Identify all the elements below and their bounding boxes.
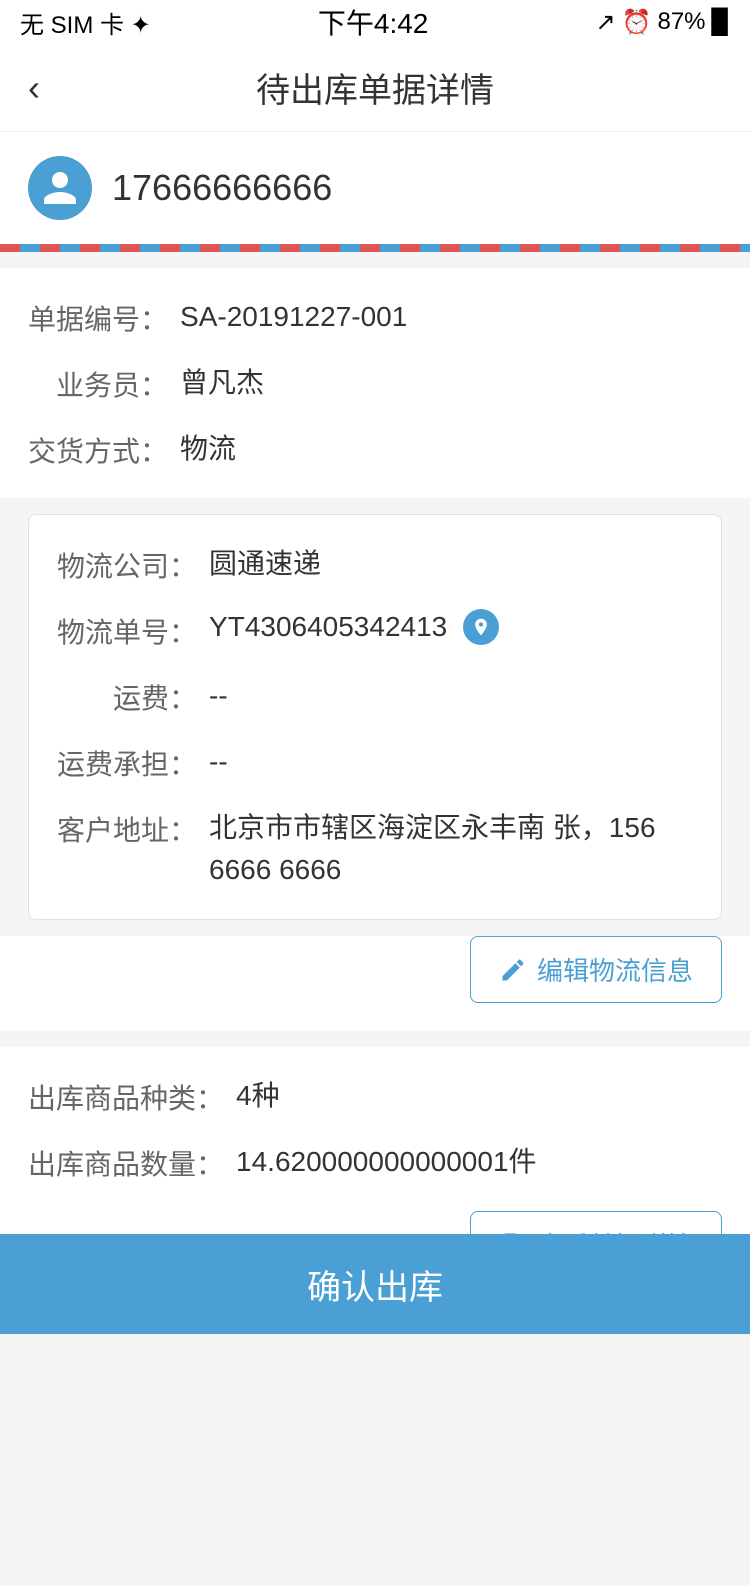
tracking-label: 物流单号： — [57, 609, 197, 651]
customer-header: 17666666666 — [0, 132, 750, 244]
order-no-value: SA-20191227-001 — [180, 296, 722, 338]
order-info-section: 单据编号： SA-20191227-001 业务员： 曾凡杰 交货方式： 物流 — [0, 268, 750, 498]
user-icon — [40, 168, 80, 208]
gray-divider-1 — [0, 1031, 750, 1047]
confirm-label: 确认出库 — [307, 1260, 443, 1309]
order-no-row: 单据编号： SA-20191227-001 — [28, 296, 722, 338]
logistics-company-value: 圆通速递 — [209, 543, 693, 585]
logistics-section: 物流公司： 圆通速递 物流单号： YT43064053424​13 运费： --… — [28, 514, 722, 920]
status-right: ↗ ⏰ 87% ▉ — [595, 8, 730, 37]
status-time: 下午4:42 — [318, 2, 429, 42]
delivery-value: 物流 — [180, 428, 722, 470]
battery-level: 87% — [657, 8, 705, 36]
goods-types-row: 出库商品种类： 4种 — [28, 1075, 722, 1117]
map-pin-icon — [471, 617, 491, 637]
nav-bar: ‹ 待出库单据详情 — [0, 44, 750, 132]
address-label: 客户地址： — [57, 807, 197, 849]
salesman-label: 业务员： — [28, 362, 168, 404]
goods-types-label: 出库商品种类： — [28, 1075, 224, 1117]
edit-icon — [499, 956, 527, 984]
dashed-separator — [0, 244, 750, 252]
salesman-row: 业务员： 曾凡杰 — [28, 362, 722, 404]
status-bar: 无 SIM 卡 ✦ 下午4:42 ↗ ⏰ 87% ▉ — [0, 0, 750, 44]
goods-quantity-row: 出库商品数量： 14.620000000000001件 — [28, 1141, 722, 1183]
delivery-label: 交货方式： — [28, 428, 168, 470]
location-icon[interactable] — [463, 609, 499, 645]
confirm-bar[interactable]: 确认出库 — [0, 1234, 750, 1334]
edit-btn-row: 编辑物流信息 — [0, 936, 750, 1031]
logistics-company-label: 物流公司： — [57, 543, 197, 585]
salesman-value: 曾凡杰 — [180, 362, 722, 404]
edit-logistics-label: 编辑物流信息 — [537, 951, 693, 988]
goods-types-value: 4种 — [236, 1075, 722, 1117]
edit-logistics-button[interactable]: 编辑物流信息 — [470, 936, 722, 1003]
address-row: 客户地址： 北京市市辖区海淀区永丰南 张，156 6666 6666 — [57, 807, 693, 891]
goods-quantity-value: 14.620000000000001件 — [236, 1141, 722, 1183]
delivery-row: 交货方式： 物流 — [28, 428, 722, 470]
tracking-value: YT43064053424​13 — [209, 611, 447, 643]
freight-bearer-value: -- — [209, 741, 693, 783]
address-value: 北京市市辖区海淀区永丰南 张，156 6666 6666 — [209, 807, 693, 891]
freight-bearer-row: 运费承担： -- — [57, 741, 693, 783]
battery-icon: ▉ — [712, 8, 730, 37]
goods-quantity-label: 出库商品数量： — [28, 1141, 224, 1183]
avatar — [28, 156, 92, 220]
page-title: 待出库单据详情 — [256, 63, 494, 112]
freight-row: 运费： -- — [57, 675, 693, 717]
customer-phone: 17666666666 — [112, 167, 332, 209]
tracking-value-row: YT43064053424​13 — [209, 609, 499, 645]
status-left: 无 SIM 卡 ✦ — [20, 5, 151, 40]
location-indicator: ↗ — [595, 8, 615, 37]
sim-status: 无 SIM 卡 ✦ — [20, 5, 151, 40]
tracking-row: 物流单号： YT43064053424​13 — [57, 609, 693, 651]
back-button[interactable]: ‹ — [28, 67, 40, 109]
logistics-company-row: 物流公司： 圆通速递 — [57, 543, 693, 585]
alarm-icon: ⏰ — [622, 8, 652, 37]
goods-section: 出库商品种类： 4种 出库商品数量： 14.620000000000001件 — [0, 1047, 750, 1211]
order-no-label: 单据编号： — [28, 296, 168, 338]
freight-value: -- — [209, 675, 693, 717]
freight-label: 运费： — [57, 675, 197, 717]
freight-bearer-label: 运费承担： — [57, 741, 197, 783]
